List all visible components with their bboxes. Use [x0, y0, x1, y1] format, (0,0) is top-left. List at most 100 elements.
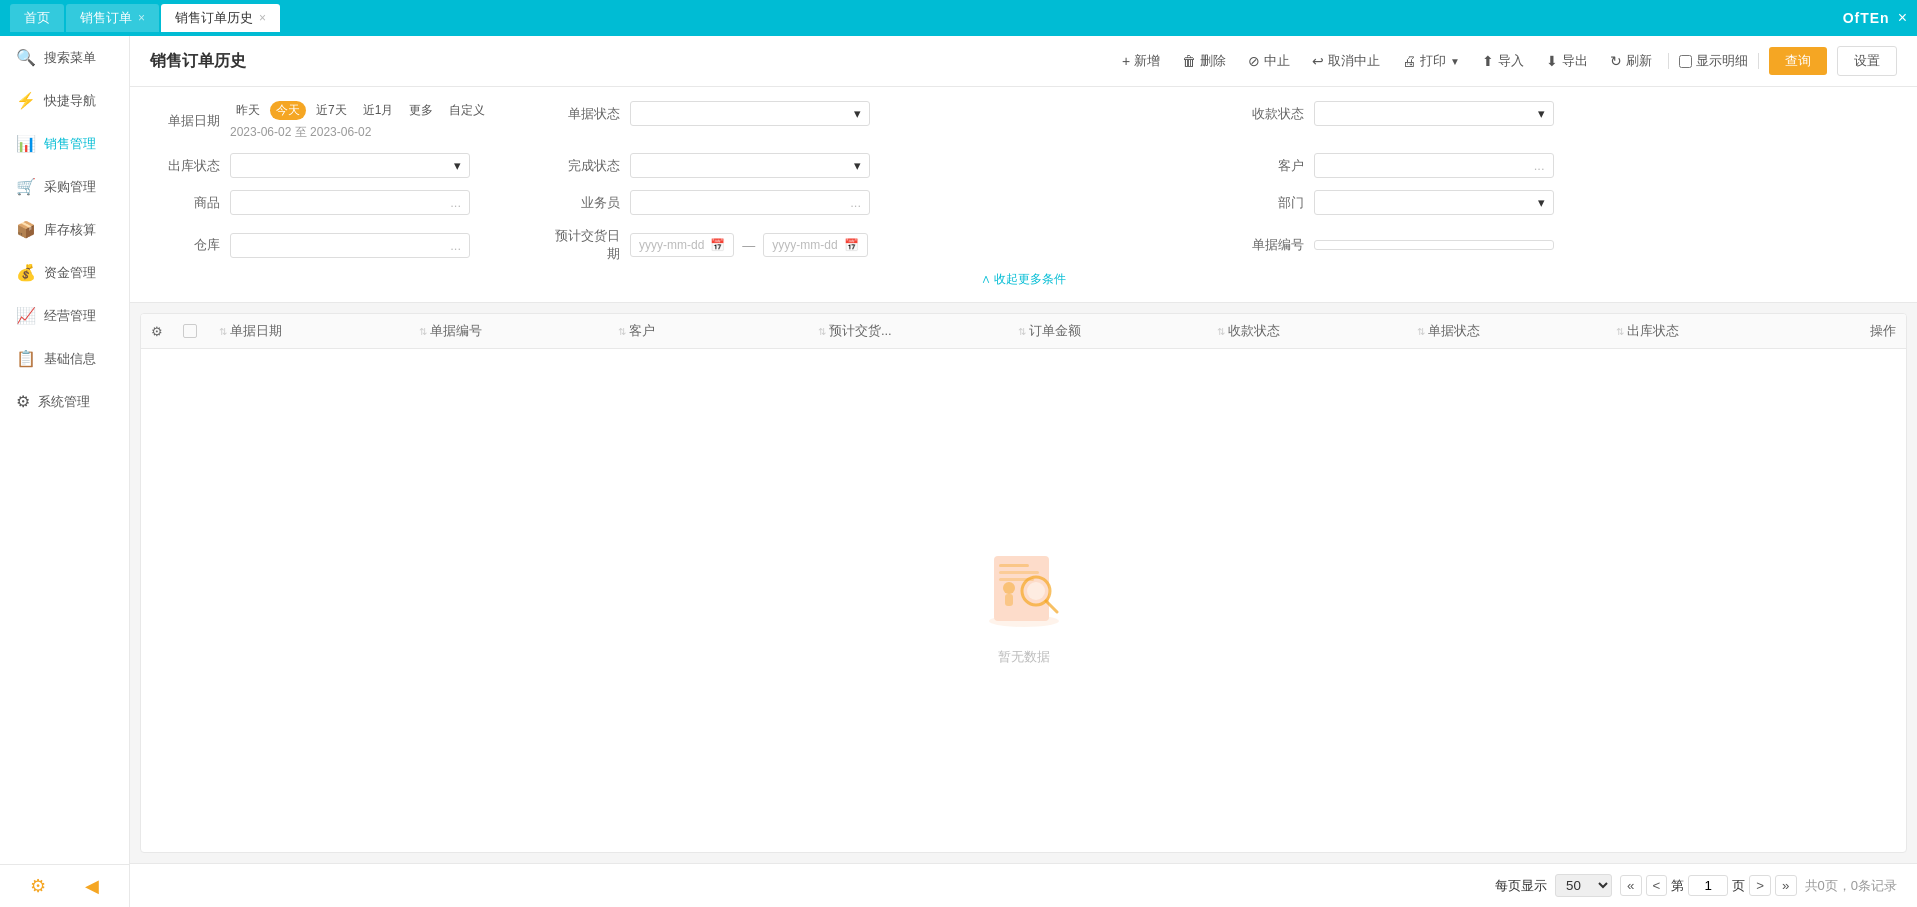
sidebar-item-system[interactable]: ⚙ 系统管理 — [0, 380, 129, 423]
import-button[interactable]: ⬆ 导入 — [1476, 48, 1530, 74]
collapse-bottom-icon[interactable]: ◀ — [85, 875, 99, 897]
filter-area: 单据日期 昨天 今天 近7天 近1月 更多 自定义 2023-06-02 至 2… — [130, 87, 1917, 303]
sidebar-item-basic[interactable]: 📋 基础信息 — [0, 337, 129, 380]
sidebar-item-purchase-label: 采购管理 — [44, 178, 96, 196]
svg-point-6 — [1027, 582, 1045, 600]
sidebar-item-finance[interactable]: 💰 资金管理 — [0, 251, 129, 294]
th-checkbox — [183, 324, 219, 338]
customer-dots-icon: ... — [1534, 158, 1545, 173]
th-operations: 操作 — [1816, 322, 1896, 340]
payment-status-label: 收款状态 — [1234, 105, 1314, 123]
calendar-start-icon: 📅 — [710, 238, 725, 252]
quick-nav-icon: ⚡ — [16, 91, 36, 110]
refresh-button[interactable]: ↻ 刷新 — [1604, 48, 1658, 74]
sidebar-item-operation-label: 经营管理 — [44, 307, 96, 325]
settings-bottom-icon[interactable]: ⚙ — [30, 875, 46, 897]
new-label: 新增 — [1134, 52, 1160, 70]
th-order-status-arrow-icon: ⇅ — [1417, 326, 1425, 337]
tab-sales-history[interactable]: 销售订单历史 × — [161, 4, 280, 32]
query-button[interactable]: 查询 — [1769, 47, 1827, 75]
date-shortcut-7days[interactable]: 近7天 — [310, 101, 353, 120]
expected-date-start-input[interactable]: yyyy-mm-dd 📅 — [630, 233, 734, 257]
th-order-amount[interactable]: ⇅ 订单金额 — [1018, 322, 1218, 340]
th-date[interactable]: ⇅ 单据日期 — [219, 322, 419, 340]
dept-arrow-icon: ▾ — [1538, 195, 1545, 210]
tab-sales-order[interactable]: 销售订单 × — [66, 4, 159, 32]
basic-icon: 📋 — [16, 349, 36, 368]
date-shortcut-1month[interactable]: 近1月 — [357, 101, 400, 120]
export-button[interactable]: ⬇ 导出 — [1540, 48, 1594, 74]
print-icon: 🖨 — [1402, 53, 1416, 69]
tab-home[interactable]: 首页 — [10, 4, 64, 32]
th-customer-arrow-icon: ⇅ — [618, 326, 626, 337]
cancel-stop-button[interactable]: ↩ 取消中止 — [1306, 48, 1386, 74]
expected-date-end-input[interactable]: yyyy-mm-dd 📅 — [763, 233, 867, 257]
last-page-button[interactable]: » — [1775, 875, 1796, 896]
th-expected-delivery[interactable]: ⇅ 预计交货... — [818, 322, 1018, 340]
sidebar-item-purchase[interactable]: 🛒 采购管理 — [0, 165, 129, 208]
expected-date-end-placeholder: yyyy-mm-dd — [772, 238, 837, 252]
page-number-input[interactable] — [1688, 875, 1728, 896]
delivery-status-select[interactable]: ▾ — [230, 153, 470, 178]
date-shortcut-custom[interactable]: 自定义 — [443, 101, 491, 120]
sidebar-item-inventory[interactable]: 📦 库存核算 — [0, 208, 129, 251]
sidebar-item-sales[interactable]: 📊 销售管理 — [0, 122, 129, 165]
content-area: 销售订单历史 + 新增 🗑 删除 ⊘ 中止 ↩ 取消中止 — [130, 36, 1917, 907]
th-order-amount-arrow-icon: ⇅ — [1018, 326, 1026, 337]
collapse-more-conditions[interactable]: ∧ 收起更多条件 — [150, 271, 1897, 288]
main-layout: 🔍 搜索菜单 ⚡ 快捷导航 📊 销售管理 🛒 采购管理 📦 库存核算 💰 资金管… — [0, 36, 1917, 907]
top-bar: 首页 销售订单 × 销售订单历史 × OfTEn × — [0, 0, 1917, 36]
sidebar-item-finance-label: 资金管理 — [44, 264, 96, 282]
date-shortcut-yesterday[interactable]: 昨天 — [230, 101, 266, 120]
select-all-checkbox[interactable] — [183, 324, 197, 338]
finance-icon: 💰 — [16, 263, 36, 282]
stop-label: 中止 — [1264, 52, 1290, 70]
salesperson-input[interactable]: ... — [630, 190, 870, 215]
delete-label: 删除 — [1200, 52, 1226, 70]
table-body: 暂无数据 — [141, 349, 1906, 852]
th-order-status[interactable]: ⇅ 单据状态 — [1417, 322, 1617, 340]
completion-status-select[interactable]: ▾ — [630, 153, 870, 178]
sidebar-item-inventory-label: 库存核算 — [44, 221, 96, 239]
payment-status-select[interactable]: ▾ — [1314, 101, 1554, 126]
goods-input[interactable]: ... — [230, 190, 470, 215]
date-shortcut-more[interactable]: 更多 — [403, 101, 439, 120]
per-page-select[interactable]: 50 20 100 — [1555, 874, 1612, 897]
order-no-input[interactable] — [1314, 240, 1554, 250]
tab-sales-history-close[interactable]: × — [259, 11, 266, 25]
app-close-button[interactable]: × — [1898, 9, 1907, 27]
svg-rect-3 — [999, 571, 1039, 574]
next-page-button[interactable]: > — [1749, 875, 1771, 896]
order-status-select[interactable]: ▾ — [630, 101, 870, 126]
svg-rect-9 — [1005, 594, 1013, 606]
th-operations-label: 操作 — [1870, 322, 1896, 340]
show-detail-checkbox[interactable] — [1679, 55, 1692, 68]
th-order-amount-label: 订单金额 — [1029, 322, 1081, 340]
th-customer[interactable]: ⇅ 客户 — [618, 322, 818, 340]
stop-button[interactable]: ⊘ 中止 — [1242, 48, 1296, 74]
delete-button[interactable]: 🗑 删除 — [1176, 48, 1232, 74]
tab-sales-order-label: 销售订单 — [80, 9, 132, 27]
date-shortcut-today[interactable]: 今天 — [270, 101, 306, 120]
sidebar-item-quick-nav[interactable]: ⚡ 快捷导航 — [0, 79, 129, 122]
first-page-button[interactable]: « — [1620, 875, 1641, 896]
sidebar-item-search-menu[interactable]: 🔍 搜索菜单 — [0, 36, 129, 79]
th-order-no[interactable]: ⇅ 单据编号 — [419, 322, 619, 340]
print-button[interactable]: 🖨 打印 ▼ — [1396, 48, 1466, 74]
toolbar: + 新增 🗑 删除 ⊘ 中止 ↩ 取消中止 🖨 打印 — [1116, 46, 1897, 76]
customer-input[interactable]: ... — [1314, 153, 1554, 178]
th-payment-status[interactable]: ⇅ 收款状态 — [1217, 322, 1417, 340]
tab-sales-order-close[interactable]: × — [138, 11, 145, 25]
warehouse-input[interactable]: ... — [230, 233, 470, 258]
new-button[interactable]: + 新增 — [1116, 48, 1166, 74]
th-settings[interactable]: ⚙ — [151, 324, 183, 339]
settings-button[interactable]: 设置 — [1837, 46, 1897, 76]
import-label: 导入 — [1498, 52, 1524, 70]
prev-page-button[interactable]: < — [1646, 875, 1668, 896]
sidebar-item-operation[interactable]: 📈 经营管理 — [0, 294, 129, 337]
delivery-status-arrow-icon: ▾ — [454, 158, 461, 173]
sidebar-item-search-menu-label: 搜索菜单 — [44, 49, 96, 67]
th-delivery-status[interactable]: ⇅ 出库状态 — [1616, 322, 1816, 340]
th-date-arrow-icon: ⇅ — [219, 326, 227, 337]
dept-select[interactable]: ▾ — [1314, 190, 1554, 215]
